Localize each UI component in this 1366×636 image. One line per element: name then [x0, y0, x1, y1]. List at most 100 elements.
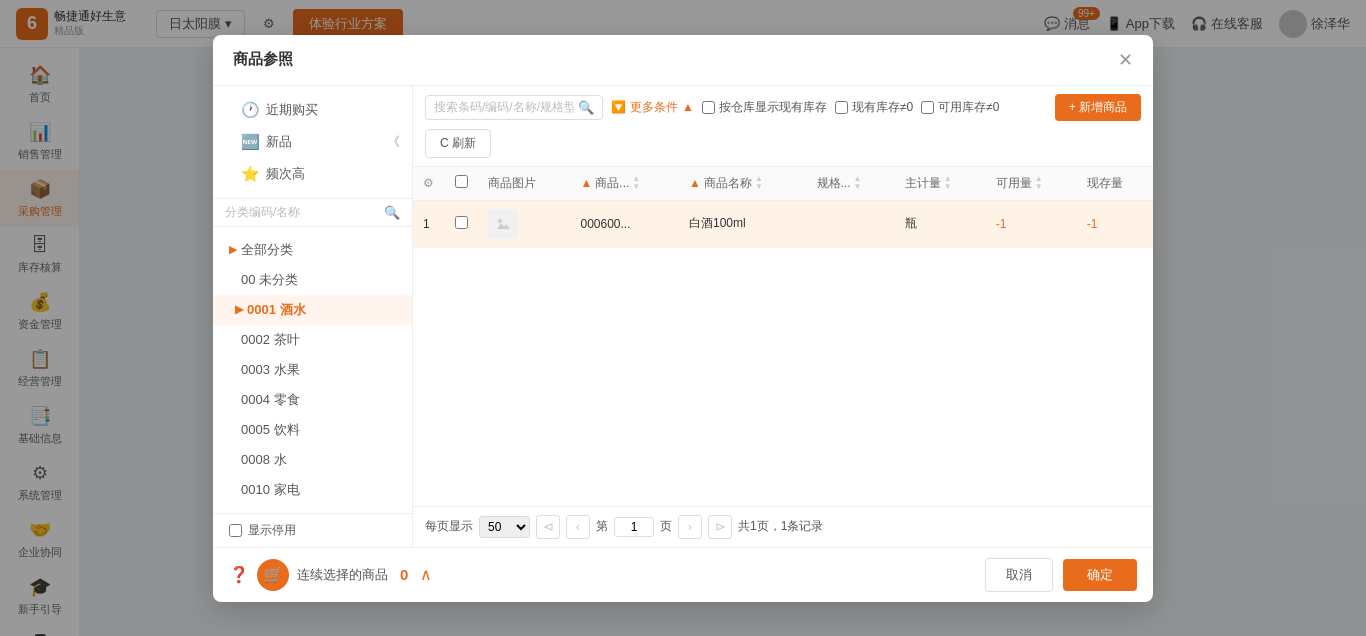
frequent-label: 频次高 — [266, 165, 305, 183]
add-product-button[interactable]: + 新增商品 — [1055, 94, 1141, 121]
col-available: 可用量 ▲▼ — [986, 167, 1077, 201]
expand-icon: ▶ — [229, 243, 237, 256]
usable-stock-checkbox[interactable] — [921, 101, 934, 114]
cell-code: 000600... — [570, 200, 679, 247]
display-stopped-area: 显示停用 — [213, 513, 412, 547]
new-icon: 🆕 — [241, 133, 260, 151]
available-stock-checkbox[interactable] — [835, 101, 848, 114]
category-uncategorized[interactable]: 00 未分类 — [213, 265, 412, 295]
left-panel-top: 🕐 近期购买 🆕 新品 ⭐ 频次高 《 — [213, 86, 412, 199]
cancel-button[interactable]: 取消 — [985, 558, 1053, 592]
category-drink[interactable]: 0005 饮料 — [213, 415, 412, 445]
col-spec: 规格... ▲▼ — [807, 167, 895, 201]
cart-label: 连续选择的商品 — [297, 566, 388, 584]
cart-collapse-icon[interactable]: ∧ — [420, 565, 432, 584]
page-size-label: 每页显示 — [425, 518, 473, 535]
category-list: ▶ 全部分类 00 未分类 ▶ 0001 酒水 0002 茶叶 0003 水果 — [213, 227, 412, 513]
product-thumbnail — [488, 209, 518, 239]
page-label-2: 页 — [660, 518, 672, 535]
active-expand-icon: ▶ — [235, 303, 243, 316]
col-image-label: 商品图片 — [488, 175, 536, 192]
next-page-button[interactable]: › — [678, 515, 702, 539]
cell-index: 1 — [413, 200, 445, 247]
table-header-row: ⚙ 商品图片 — [413, 167, 1153, 201]
quick-tab-frequent[interactable]: ⭐ 频次高 — [225, 158, 334, 190]
recent-icon: 🕐 — [241, 101, 260, 119]
cart-icon-button[interactable]: 🛒 — [257, 559, 289, 591]
product-search-input[interactable] — [434, 100, 574, 114]
col-stock: 现存量 — [1077, 167, 1153, 201]
available-stock-checkbox-label[interactable]: 现有库存≠0 — [835, 99, 913, 116]
product-table: ⚙ 商品图片 — [413, 167, 1153, 248]
last-page-button[interactable]: ⊳ — [708, 515, 732, 539]
category-search-area: 🔍 — [213, 199, 412, 227]
sort-asc-icon: ▲ — [580, 176, 592, 190]
category-appliance[interactable]: 0010 家电 — [213, 475, 412, 505]
liquor-label: 0001 酒水 — [247, 301, 306, 319]
usable-stock-label: 可用库存≠0 — [938, 99, 999, 116]
filter-icon: 🔽 — [611, 100, 626, 114]
category-fruit[interactable]: 0003 水果 — [213, 355, 412, 385]
product-table-container: ⚙ 商品图片 — [413, 167, 1153, 506]
table-row[interactable]: 1 — [413, 200, 1153, 247]
chevron-up-icon: ▲ — [682, 100, 694, 114]
page-size-select[interactable]: 50 10 20 100 — [479, 516, 530, 538]
modal-close-button[interactable]: ✕ — [1118, 49, 1133, 71]
pagination-area: 每页显示 50 10 20 100 ⊲ ‹ 第 页 › ⊳ 共1页，1条记录 — [413, 506, 1153, 547]
quick-tab-recent[interactable]: 🕐 近期购买 — [225, 94, 334, 126]
page-label: 第 — [596, 518, 608, 535]
total-info: 共1页，1条记录 — [738, 518, 823, 535]
available-stock-label: 现有库存≠0 — [852, 99, 913, 116]
search-box: 🔍 — [425, 95, 603, 120]
cart-area: ❓ 🛒 连续选择的商品 0 ∧ — [229, 559, 975, 591]
category-water[interactable]: 0008 水 — [213, 445, 412, 475]
category-search-icon[interactable]: 🔍 — [384, 205, 400, 220]
modal-body: 🕐 近期购买 🆕 新品 ⭐ 频次高 《 — [213, 86, 1153, 547]
row-checkbox[interactable] — [455, 216, 468, 229]
col-gear: ⚙ — [413, 167, 445, 201]
usable-stock-checkbox-label[interactable]: 可用库存≠0 — [921, 99, 999, 116]
category-liquor[interactable]: ▶ 0001 酒水 — [213, 295, 412, 325]
display-stopped-label: 显示停用 — [248, 522, 296, 539]
col-name-label: 商品名称 — [704, 175, 752, 192]
category-search-input[interactable] — [225, 205, 378, 219]
quick-tabs: 🕐 近期购买 🆕 新品 ⭐ 频次高 — [225, 94, 334, 190]
category-tea[interactable]: 0002 茶叶 — [213, 325, 412, 355]
by-warehouse-checkbox[interactable] — [702, 101, 715, 114]
prev-page-button[interactable]: ‹ — [566, 515, 590, 539]
page-input[interactable] — [614, 517, 654, 537]
select-all-checkbox[interactable] — [455, 175, 468, 188]
uncategorized-label: 00 未分类 — [241, 271, 298, 289]
help-icon[interactable]: ❓ — [229, 565, 249, 584]
tea-label: 0002 茶叶 — [241, 331, 300, 349]
col-available-label: 可用量 — [996, 175, 1032, 192]
col-image: 商品图片 — [478, 167, 570, 201]
cell-checkbox — [445, 200, 478, 247]
water-label: 0008 水 — [241, 451, 287, 469]
quick-tab-new[interactable]: 🆕 新品 — [225, 126, 334, 158]
cell-stock: -1 — [1077, 200, 1153, 247]
col-spec-label: 规格... — [817, 175, 851, 192]
first-page-button[interactable]: ⊲ — [536, 515, 560, 539]
col-unit: 主计量 ▲▼ — [895, 167, 986, 201]
col-stock-label: 现存量 — [1087, 175, 1123, 192]
collapse-panel-icon[interactable]: 《 — [387, 133, 400, 151]
modal-header: 商品参照 ✕ — [213, 35, 1153, 86]
right-panel: 🔍 🔽 更多条件 ▲ 按仓库显示现有库存 现有库存≠0 — [413, 86, 1153, 547]
category-all[interactable]: ▶ 全部分类 — [213, 235, 412, 265]
search-icon[interactable]: 🔍 — [578, 100, 594, 115]
by-warehouse-checkbox-label[interactable]: 按仓库显示现有库存 — [702, 99, 827, 116]
table-gear-icon[interactable]: ⚙ — [423, 176, 434, 190]
modal-title: 商品参照 — [233, 50, 293, 69]
col-code-label: 商品... — [595, 175, 629, 192]
refresh-button[interactable]: C 刷新 — [425, 129, 491, 158]
star-icon: ⭐ — [241, 165, 260, 183]
svg-rect-0 — [493, 214, 513, 234]
col-name: ▲ 商品名称 ▲▼ — [679, 167, 807, 201]
col-checkbox — [445, 167, 478, 201]
category-snack[interactable]: 0004 零食 — [213, 385, 412, 415]
confirm-button[interactable]: 确定 — [1063, 559, 1137, 591]
filter-button[interactable]: 🔽 更多条件 ▲ — [611, 99, 694, 116]
category-all-label: 全部分类 — [241, 241, 293, 259]
display-stopped-checkbox[interactable] — [229, 524, 242, 537]
